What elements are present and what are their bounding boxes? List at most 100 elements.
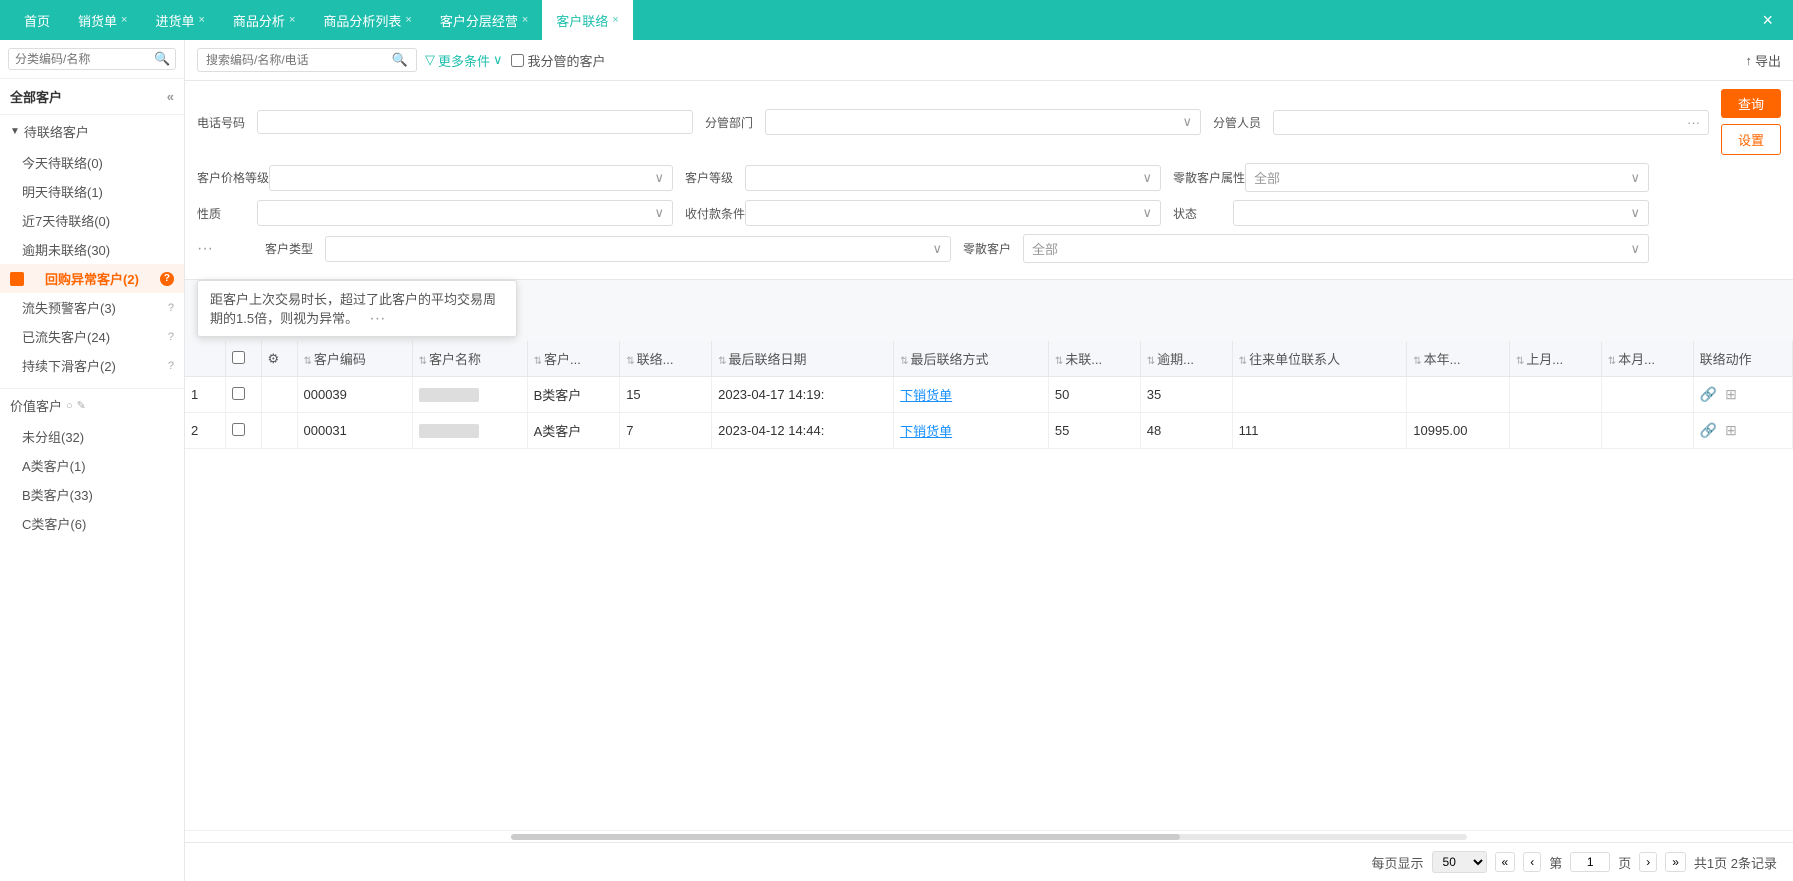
sidebar-item-declining-customers[interactable]: 持续下滑客户(2) ? [0, 351, 184, 380]
row2-action-icons: 🔗 ⊞ [1700, 422, 1786, 439]
sidebar-item-class-c[interactable]: C类客户(6) [0, 509, 184, 538]
status-select[interactable]: ∨ [1233, 200, 1649, 226]
customer-type-field: 客户类型 ∨ [265, 236, 951, 262]
nav-sales-order[interactable]: 销货单 × [64, 0, 141, 40]
col-last-contact-date-header[interactable]: 最后联络日期 [712, 341, 894, 377]
query-button[interactable]: 查询 [1721, 89, 1781, 118]
window-close-icon[interactable]: × [1752, 10, 1783, 31]
row1-last-month [1509, 377, 1601, 413]
page-unit-label: 页 [1618, 853, 1631, 872]
retail-customer-select[interactable]: 全部 ∨ [1023, 234, 1649, 263]
close-sales-order-icon[interactable]: × [121, 14, 127, 26]
sidebar-search-input[interactable] [8, 48, 176, 70]
row1-message-icon[interactable]: 🔗 [1700, 386, 1717, 403]
expanded-filter: 电话号码 分管部门 ∨ 分管人员 ··· [185, 81, 1793, 280]
price-level-select[interactable]: ∨ [269, 165, 673, 191]
nav-product-analysis-list[interactable]: 商品分析列表 × [309, 0, 425, 40]
row2-message-icon[interactable]: 🔗 [1700, 422, 1717, 439]
col-customer-code-header[interactable]: 客户编码 [297, 341, 412, 377]
per-page-label: 每页显示 [1372, 853, 1424, 872]
col-checkbox-header[interactable] [225, 341, 261, 377]
filter-row-2: 客户价格等级 ∨ 客户等级 ∨ 零散客户属性 全部 [197, 163, 1781, 192]
filter-more-dots[interactable]: ··· [197, 240, 213, 258]
sidebar-item-tomorrow-pending[interactable]: 明天待联络(1) [0, 177, 184, 206]
col-not-contacted-header[interactable]: 未联... [1048, 341, 1140, 377]
nav-product-analysis[interactable]: 商品分析 × [219, 0, 309, 40]
sidebar-item-loss-warning[interactable]: 流失预警客户(3) ? [0, 293, 184, 322]
customer-level-select[interactable]: ∨ [745, 165, 1161, 191]
export-button[interactable]: ↑ 导出 [1745, 51, 1781, 70]
value-customers-group[interactable]: 价值客户 ○ ✎ [0, 389, 184, 422]
col-last-contact-method-header[interactable]: 最后联络方式 [894, 341, 1049, 377]
settings-button[interactable]: 设置 [1721, 124, 1781, 155]
row1-checkbox[interactable] [225, 377, 261, 413]
person-select[interactable]: ··· [1273, 110, 1709, 135]
first-page-button[interactable]: « [1495, 852, 1516, 872]
my-customers-checkbox[interactable] [511, 54, 524, 67]
col-overdue-header[interactable]: 逾期... [1140, 341, 1232, 377]
row1-settings [261, 377, 297, 413]
main-search-field[interactable]: 🔍 [197, 48, 417, 72]
col-settings-header[interactable]: ⚙ [261, 341, 297, 377]
close-product-analysis-icon[interactable]: × [289, 14, 295, 26]
top-navigation: 首页 销货单 × 进货单 × 商品分析 × 商品分析列表 × 客户分层经营 × … [0, 0, 1793, 40]
more-conditions-button[interactable]: ▽ 更多条件 ∨ [425, 51, 503, 70]
nav-home[interactable]: 首页 [10, 0, 64, 40]
gender-chevron-icon: ∨ [654, 205, 664, 221]
nav-customer-contact[interactable]: 客户联络 × [542, 0, 632, 40]
sidebar-item-class-b[interactable]: B类客户(33) [0, 480, 184, 509]
row1-grid-icon[interactable]: ⊞ [1725, 386, 1737, 403]
nav-customer-segmentation[interactable]: 客户分层经营 × [426, 0, 542, 40]
page-size-select[interactable]: 50 100 200 [1432, 851, 1487, 873]
retail-attr-chevron-icon: ∨ [1630, 170, 1640, 186]
phone-input[interactable] [257, 110, 693, 134]
retail-attr-select[interactable]: 全部 ∨ [1245, 163, 1649, 192]
retail-customer-field: 零散客户 全部 ∨ [963, 234, 1649, 263]
col-this-month-header[interactable]: 本月... [1601, 341, 1693, 377]
row1-last-contact-method[interactable]: 下销货单 [894, 377, 1049, 413]
horizontal-scrollbar[interactable] [185, 830, 1793, 842]
dept-select[interactable]: ∨ [765, 109, 1201, 135]
close-purchase-order-icon[interactable]: × [198, 14, 204, 26]
next-page-button[interactable]: › [1639, 852, 1657, 872]
pending-contact-group[interactable]: ▼ 待联络客户 [0, 115, 184, 148]
customer-type-chevron-icon: ∨ [932, 241, 942, 257]
filter-row-4: ··· 客户类型 ∨ 零散客户 全部 ∨ [197, 234, 1781, 263]
nav-purchase-order[interactable]: 进货单 × [141, 0, 218, 40]
payment-select[interactable]: ∨ [745, 200, 1161, 226]
value-group-edit-icon[interactable]: ✎ [77, 399, 86, 412]
sidebar-item-lost-customers[interactable]: 已流失客户(24) ? [0, 322, 184, 351]
sidebar-item-class-a[interactable]: A类客户(1) [0, 451, 184, 480]
row2-overdue: 48 [1140, 413, 1232, 449]
prev-page-button[interactable]: ‹ [1523, 852, 1541, 872]
row2-customer-code: 000031 [297, 413, 412, 449]
main-search-input[interactable] [206, 53, 392, 67]
sidebar-item-repurchase-anomaly[interactable]: 回购异常客户(2) ? [0, 264, 184, 293]
select-all-checkbox[interactable] [232, 351, 245, 364]
col-customer-type-header[interactable]: 客户... [527, 341, 620, 377]
col-company-contact-header[interactable]: 往来单位联系人 [1232, 341, 1407, 377]
gender-select[interactable]: ∨ [257, 200, 673, 226]
sidebar-collapse-icon[interactable]: « [167, 89, 174, 104]
col-this-year-header[interactable]: 本年... [1407, 341, 1510, 377]
col-last-month-header[interactable]: 上月... [1509, 341, 1601, 377]
sidebar-item-7day-pending[interactable]: 近7天待联络(0) [0, 206, 184, 235]
row2-last-contact-method[interactable]: 下销货单 [894, 413, 1049, 449]
close-product-analysis-list-icon[interactable]: × [405, 14, 411, 26]
sidebar-item-overdue-pending[interactable]: 逾期未联络(30) [0, 235, 184, 264]
sidebar-item-today-pending[interactable]: 今天待联络(0) [0, 148, 184, 177]
customer-type-select[interactable]: ∨ [325, 236, 951, 262]
value-group-circle-icon[interactable]: ○ [66, 400, 73, 412]
close-customer-contact-icon[interactable]: × [612, 14, 618, 26]
dept-field: 分管部门 ∨ [705, 109, 1201, 135]
last-page-button[interactable]: » [1665, 852, 1686, 872]
close-customer-segmentation-icon[interactable]: × [522, 14, 528, 26]
row2-grid-icon[interactable]: ⊞ [1725, 422, 1737, 439]
col-contact-header[interactable]: 联络... [620, 341, 712, 377]
sidebar-item-ungrouped[interactable]: 未分组(32) [0, 422, 184, 451]
col-customer-name-header[interactable]: 客户名称 [412, 341, 527, 377]
scrollbar-thumb[interactable] [511, 834, 1180, 840]
page-number-input[interactable] [1570, 852, 1610, 872]
my-customers-checkbox-area[interactable]: 我分管的客户 [511, 51, 606, 70]
row2-checkbox[interactable] [225, 413, 261, 449]
